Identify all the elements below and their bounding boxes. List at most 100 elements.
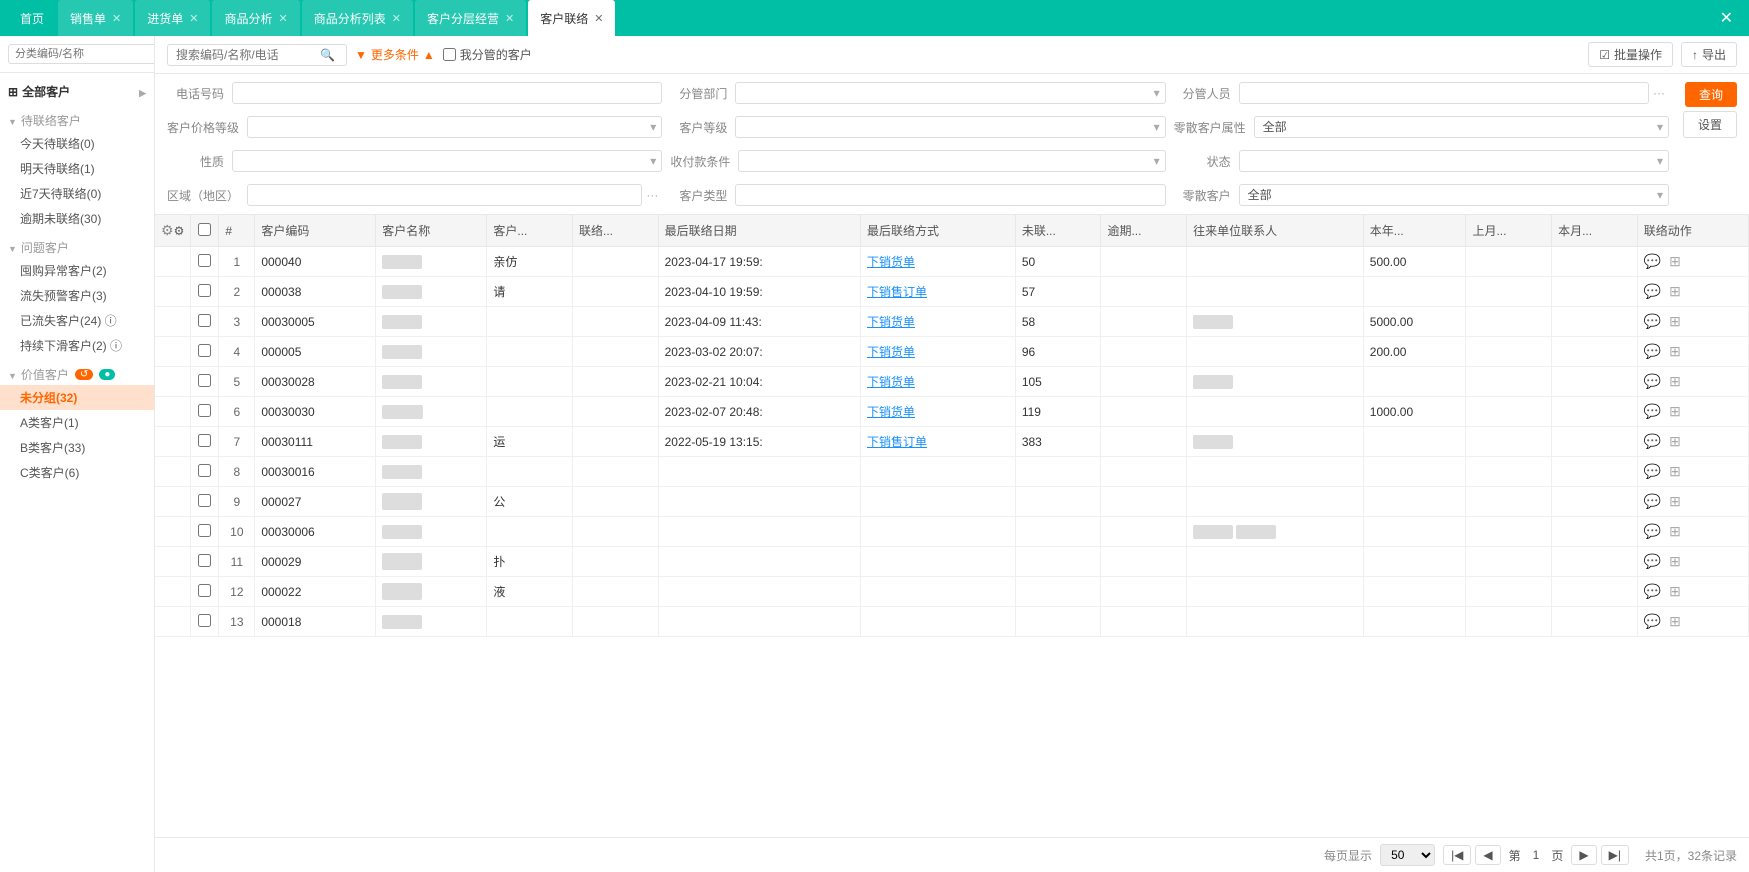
chat-icon[interactable]: 💬 bbox=[1644, 313, 1661, 330]
td-last-way[interactable]: 下销货单 bbox=[860, 337, 1015, 367]
sidebar-item-tomorrow-pending[interactable]: 明天待联络(1) bbox=[0, 156, 154, 181]
tab-purchase-order[interactable]: 进货单 ✕ bbox=[135, 0, 210, 36]
chat-icon[interactable]: 💬 bbox=[1644, 523, 1661, 540]
value-group-header[interactable]: 价值客户 ↺ ● bbox=[0, 362, 154, 385]
sidebar-item-7day-pending[interactable]: 近7天待联络(0) bbox=[0, 181, 154, 206]
sidebar-item-churned[interactable]: 已流失客户(24) ⓘ bbox=[0, 308, 154, 333]
td-check[interactable] bbox=[191, 367, 219, 397]
prev-page-button[interactable]: ◀ bbox=[1475, 845, 1500, 865]
chat-icon[interactable]: 💬 bbox=[1644, 253, 1661, 270]
pending-group-header[interactable]: 待联络客户 bbox=[0, 108, 154, 131]
col-uncontact[interactable]: 未联... bbox=[1015, 215, 1101, 247]
dept-select[interactable] bbox=[735, 82, 1165, 104]
td-check[interactable] bbox=[191, 607, 219, 637]
first-page-button[interactable]: |◀ bbox=[1443, 845, 1471, 865]
qr-icon[interactable]: ⊞ bbox=[1669, 493, 1681, 510]
col-contact[interactable]: 联络... bbox=[573, 215, 659, 247]
nature-select[interactable] bbox=[232, 150, 662, 172]
td-last-way[interactable]: 下销货单 bbox=[860, 307, 1015, 337]
qr-icon[interactable]: ⊞ bbox=[1669, 403, 1681, 420]
sidebar-item-class-b[interactable]: B类客户(33) bbox=[0, 435, 154, 460]
qr-icon[interactable]: ⊞ bbox=[1669, 433, 1681, 450]
row-checkbox[interactable] bbox=[198, 284, 211, 297]
tab-customer-tiering[interactable]: 客户分层经营 ✕ bbox=[415, 0, 526, 36]
col-last-contact-way[interactable]: 最后联络方式 bbox=[860, 215, 1015, 247]
qr-icon[interactable]: ⊞ bbox=[1669, 583, 1681, 600]
td-check[interactable] bbox=[191, 487, 219, 517]
td-last-way[interactable]: 下销售订单 bbox=[860, 427, 1015, 457]
chat-icon[interactable]: 💬 bbox=[1644, 583, 1661, 600]
main-search-input[interactable] bbox=[176, 48, 316, 62]
export-button[interactable]: ↑ 导出 bbox=[1681, 42, 1737, 67]
row-checkbox[interactable] bbox=[198, 254, 211, 267]
last-way-link[interactable]: 下销售订单 bbox=[867, 285, 927, 299]
chat-icon[interactable]: 💬 bbox=[1644, 553, 1661, 570]
reset-button[interactable]: 设置 bbox=[1683, 111, 1737, 138]
close-product-analysis-list-icon[interactable]: ✕ bbox=[392, 12, 401, 25]
last-way-link[interactable]: 下销货单 bbox=[867, 375, 915, 389]
td-check[interactable] bbox=[191, 547, 219, 577]
td-check[interactable] bbox=[191, 397, 219, 427]
row-checkbox[interactable] bbox=[198, 494, 211, 507]
row-checkbox[interactable] bbox=[198, 584, 211, 597]
td-check[interactable] bbox=[191, 577, 219, 607]
page-size-select[interactable]: 50 100 bbox=[1380, 844, 1435, 866]
tab-sales-order[interactable]: 销售单 ✕ bbox=[58, 0, 133, 36]
last-way-link[interactable]: 下销货单 bbox=[867, 405, 915, 419]
row-checkbox[interactable] bbox=[198, 434, 211, 447]
row-checkbox[interactable] bbox=[198, 614, 211, 627]
chat-icon[interactable]: 💬 bbox=[1644, 403, 1661, 420]
td-last-way[interactable]: 下销货单 bbox=[860, 367, 1015, 397]
manager-dots-icon[interactable]: ··· bbox=[1649, 86, 1669, 100]
sidebar-item-class-a[interactable]: A类客户(1) bbox=[0, 410, 154, 435]
last-way-link[interactable]: 下销货单 bbox=[867, 345, 915, 359]
tab-home[interactable]: 首页 bbox=[8, 0, 56, 36]
close-product-analysis-icon[interactable]: ✕ bbox=[279, 12, 288, 25]
chat-icon[interactable]: 💬 bbox=[1644, 283, 1661, 300]
qr-icon[interactable]: ⊞ bbox=[1669, 253, 1681, 270]
close-all-tabs-button[interactable]: ✕ bbox=[1712, 8, 1741, 28]
td-last-way[interactable] bbox=[860, 607, 1015, 637]
col-contact-person[interactable]: 往来单位联系人 bbox=[1187, 215, 1364, 247]
sidebar-item-churn-warning[interactable]: 流失预警客户(3) bbox=[0, 283, 154, 308]
qr-icon[interactable]: ⊞ bbox=[1669, 283, 1681, 300]
query-button[interactable]: 查询 bbox=[1685, 82, 1737, 107]
td-last-way[interactable] bbox=[860, 457, 1015, 487]
qr-icon[interactable]: ⊞ bbox=[1669, 613, 1681, 630]
customer-type-input[interactable] bbox=[735, 184, 1165, 206]
phone-input[interactable] bbox=[232, 82, 662, 104]
sidebar-item-overdue-uncontact[interactable]: 逾期未联络(30) bbox=[0, 206, 154, 231]
customer-level-select[interactable] bbox=[735, 116, 1165, 138]
td-last-way[interactable]: 下销货单 bbox=[860, 247, 1015, 277]
my-customer-checkbox-area[interactable]: 我分管的客户 bbox=[443, 46, 532, 63]
td-last-way[interactable]: 下销货单 bbox=[860, 397, 1015, 427]
row-checkbox[interactable] bbox=[198, 344, 211, 357]
col-last-contact-date[interactable]: 最后联络日期 bbox=[658, 215, 860, 247]
qr-icon[interactable]: ⊞ bbox=[1669, 343, 1681, 360]
status-select[interactable] bbox=[1239, 150, 1669, 172]
col-c3[interactable]: 客户... bbox=[487, 215, 573, 247]
next-page-button[interactable]: ▶ bbox=[1571, 845, 1596, 865]
td-check[interactable] bbox=[191, 457, 219, 487]
close-customer-contact-icon[interactable]: ✕ bbox=[594, 12, 603, 25]
chat-icon[interactable]: 💬 bbox=[1644, 433, 1661, 450]
sidebar-item-abnormal-hoarding[interactable]: 囤购异常客户(2) bbox=[0, 258, 154, 283]
td-check[interactable] bbox=[191, 517, 219, 547]
row-checkbox[interactable] bbox=[198, 374, 211, 387]
col-this-month[interactable]: 本月... bbox=[1552, 215, 1638, 247]
sparse-customer-select[interactable]: 全部 bbox=[1239, 184, 1669, 206]
td-check[interactable] bbox=[191, 307, 219, 337]
tab-customer-contact[interactable]: 客户联络 ✕ bbox=[528, 0, 615, 36]
sidebar-item-declining[interactable]: 持续下滑客户(2) ⓘ bbox=[0, 333, 154, 358]
region-input[interactable] bbox=[247, 184, 642, 206]
manager-input[interactable] bbox=[1239, 82, 1649, 104]
payment-select[interactable] bbox=[738, 150, 1165, 172]
sidebar-item-today-pending[interactable]: 今天待联络(0) bbox=[0, 131, 154, 156]
col-last-month[interactable]: 上月... bbox=[1466, 215, 1552, 247]
row-checkbox[interactable] bbox=[198, 524, 211, 537]
qr-icon[interactable]: ⊞ bbox=[1669, 373, 1681, 390]
col-customer-code[interactable]: 客户编码 bbox=[255, 215, 376, 247]
last-way-link[interactable]: 下销售订单 bbox=[867, 435, 927, 449]
close-purchase-order-icon[interactable]: ✕ bbox=[189, 12, 198, 25]
col-check[interactable] bbox=[191, 215, 219, 247]
